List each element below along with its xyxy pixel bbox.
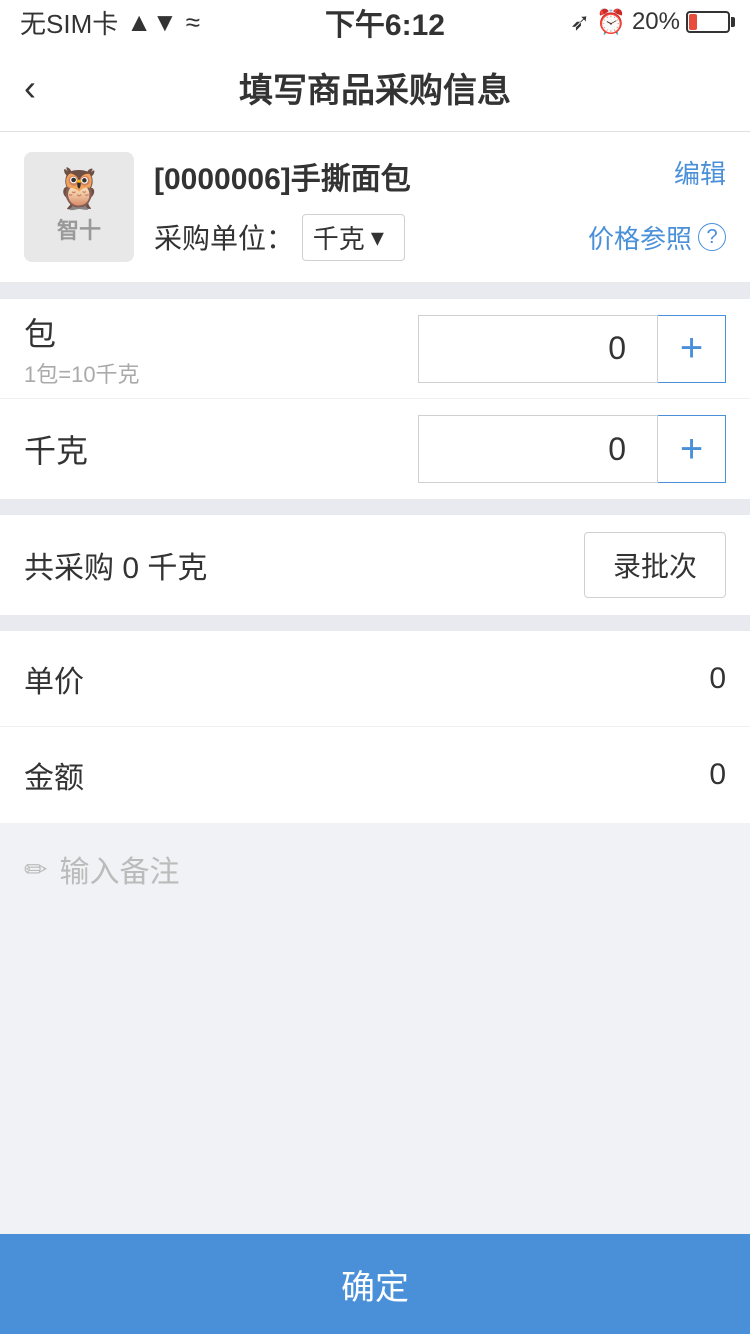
bag-input-row: 包 1包=10千克 + — [0, 299, 750, 399]
summary-section: 共采购 0 千克 录批次 — [0, 515, 750, 615]
product-info: [0000006]手撕面包 编辑 采购单位： 千克 ▾ 价格参照 ? — [154, 154, 726, 261]
kg-input-control: + — [418, 415, 726, 483]
product-card: 🦉 智十 [0000006]手撕面包 编辑 采购单位： 千克 ▾ 价格参照 ? — [0, 132, 750, 283]
input-section: 包 1包=10千克 + 千克 + — [0, 299, 750, 499]
separator-2 — [0, 499, 750, 515]
nav-bar: ‹ 填写商品采购信息 — [0, 44, 750, 132]
confirm-button[interactable]: 确定 — [0, 1234, 750, 1334]
amount-value: 0 — [709, 758, 726, 792]
back-button[interactable]: ‹ — [24, 67, 36, 109]
status-bar: 无SIM卡 ▲▼ ≈ 下午6:12 ➶ ⏰ 20% — [0, 0, 750, 44]
kg-label: 千克 — [24, 426, 88, 472]
price-section: 单价 0 金额 0 — [0, 631, 750, 823]
unit-value: 千克 — [313, 219, 365, 256]
kg-number-input[interactable] — [418, 415, 658, 483]
unit-price-value: 0 — [709, 662, 726, 696]
price-ref-info-icon: ? — [698, 223, 726, 251]
unit-label-text: 采购单位： — [154, 223, 294, 254]
pencil-icon: ✏ — [24, 853, 47, 886]
page-title: 填写商品采购信息 — [239, 63, 511, 112]
summary-quantity: 0 — [122, 552, 139, 585]
bag-input-control: + — [418, 315, 726, 383]
carrier-text: 无SIM卡 — [20, 4, 118, 41]
status-right: ➶ ⏰ 20% — [570, 8, 730, 37]
product-unit-row: 采购单位： 千克 ▾ 价格参照 ? — [154, 214, 726, 261]
location-icon: ➶ — [570, 8, 590, 37]
dropdown-arrow: ▾ — [371, 222, 384, 253]
bag-plus-button[interactable]: + — [658, 315, 726, 383]
kg-plus-button[interactable]: + — [658, 415, 726, 483]
unit-price-label: 单价 — [24, 657, 84, 701]
product-logo-icon: 🦉 — [54, 169, 104, 209]
price-ref-button[interactable]: 价格参照 ? — [588, 219, 726, 256]
bottom-spacer — [0, 1023, 750, 1123]
battery-percent: 20% — [632, 8, 680, 36]
amount-label: 金额 — [24, 753, 84, 797]
product-image: 🦉 智十 — [24, 152, 134, 262]
remark-placeholder[interactable]: 输入备注 — [59, 847, 179, 891]
amount-row: 金额 0 — [0, 727, 750, 823]
status-time: 下午6:12 — [325, 0, 445, 44]
summary-unit: 千克 — [147, 552, 207, 585]
unit-label: 采购单位： 千克 ▾ — [154, 214, 405, 261]
separator-1 — [0, 283, 750, 299]
bag-label-group: 包 1包=10千克 — [24, 309, 140, 389]
battery-icon — [686, 11, 730, 33]
wifi-signal: ≈ — [186, 7, 200, 38]
edit-button[interactable]: 编辑 — [674, 154, 726, 191]
unit-price-row: 单价 0 — [0, 631, 750, 727]
bag-label: 包 — [24, 309, 140, 355]
bag-sublabel: 1包=10千克 — [24, 357, 140, 389]
remark-section: ✏ 输入备注 — [0, 823, 750, 1023]
wifi-icon: ▲▼ — [126, 7, 177, 38]
product-logo-text: 智十 — [57, 213, 101, 245]
battery-fill — [689, 14, 697, 30]
status-left: 无SIM卡 ▲▼ ≈ — [20, 4, 200, 41]
price-ref-label: 价格参照 — [588, 219, 692, 256]
separator-3 — [0, 615, 750, 631]
kg-input-row: 千克 + — [0, 399, 750, 499]
alarm-icon: ⏰ — [596, 8, 626, 37]
bag-number-input[interactable] — [418, 315, 658, 383]
batch-button[interactable]: 录批次 — [584, 532, 726, 598]
summary-text: 共采购 0 千克 — [24, 543, 207, 587]
unit-select[interactable]: 千克 ▾ — [302, 214, 405, 261]
kg-label-group: 千克 — [24, 426, 88, 472]
summary-label: 共采购 — [24, 552, 114, 585]
product-name: [0000006]手撕面包 — [154, 154, 674, 198]
summary-row: 共采购 0 千克 录批次 — [0, 515, 750, 615]
product-header: [0000006]手撕面包 编辑 — [154, 154, 726, 198]
remark-input-area[interactable]: ✏ 输入备注 — [24, 847, 726, 891]
